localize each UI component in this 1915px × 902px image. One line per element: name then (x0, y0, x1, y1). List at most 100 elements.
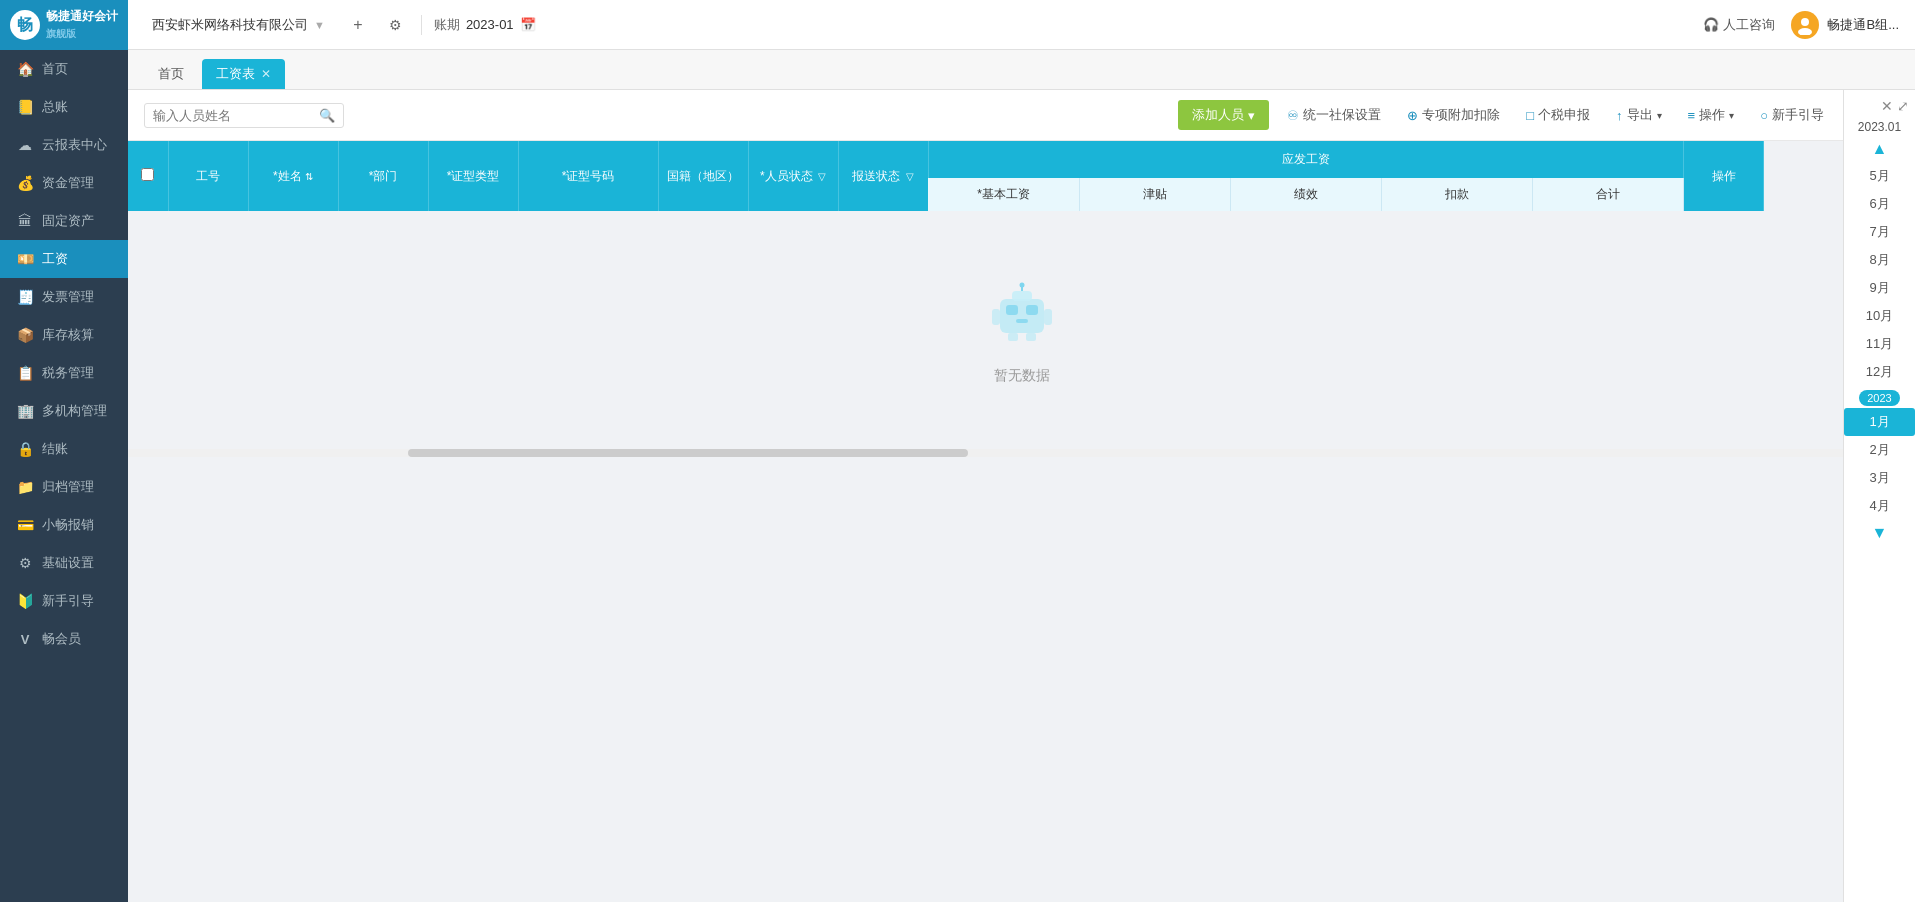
th-deduction: 扣款 (1381, 178, 1532, 211)
vip-icon: V (16, 632, 34, 647)
tax-icon: 📋 (16, 365, 34, 381)
avatar (1791, 11, 1819, 39)
company-selector[interactable]: 西安虾米网络科技有限公司 ▼ (144, 12, 333, 38)
th-allowance: 津贴 (1079, 178, 1230, 211)
search-wrapper: 🔍 (144, 103, 344, 128)
th-status[interactable]: *人员状态 ▽ (748, 141, 838, 211)
panel-nav-up[interactable]: ▲ (1868, 136, 1892, 162)
svg-rect-5 (1016, 319, 1028, 323)
logo-icon: 畅 (10, 10, 40, 40)
ai-consult-button[interactable]: 🎧 人工咨询 (1703, 16, 1775, 34)
sidebar-item-inventory[interactable]: 📦 库存核算 (0, 316, 128, 354)
th-cert-no: *证型号码 (518, 141, 658, 211)
svg-point-1 (1798, 28, 1812, 35)
operate-button[interactable]: ≡ 操作 ▾ (1680, 101, 1743, 129)
sidebar-item-multi-org[interactable]: 🏢 多机构管理 (0, 392, 128, 430)
new-guide-button[interactable]: ○ 新手引导 (1752, 101, 1832, 129)
export-icon: ↑ (1616, 108, 1623, 123)
empty-icon (982, 271, 1062, 351)
th-action: 操作 (1684, 141, 1764, 211)
select-all-checkbox[interactable] (141, 168, 154, 181)
invoice-icon: 🧾 (16, 289, 34, 305)
svg-rect-3 (1006, 305, 1018, 315)
sidebar-item-cloud-report[interactable]: ☁ 云报表中心 (0, 126, 128, 164)
th-report-status[interactable]: 报送状态 ▽ (838, 141, 928, 211)
tab-home[interactable]: 首页 (144, 59, 198, 89)
sidebar-item-settings[interactable]: ⚙ 基础设置 (0, 544, 128, 582)
month-10[interactable]: 10月 (1844, 302, 1915, 330)
month-6[interactable]: 6月 (1844, 190, 1915, 218)
year-badge[interactable]: 2023 (1859, 390, 1899, 406)
th-dept: *部门 (338, 141, 428, 211)
panel-nav-down[interactable]: ▼ (1868, 520, 1892, 546)
sidebar-item-vip[interactable]: V 畅会员 (0, 620, 128, 658)
svg-rect-9 (992, 309, 1000, 325)
month-4[interactable]: 4月 (1844, 492, 1915, 520)
svg-point-0 (1801, 18, 1809, 26)
export-button[interactable]: ↑ 导出 ▾ (1608, 101, 1670, 129)
month-11[interactable]: 11月 (1844, 330, 1915, 358)
home-icon: 🏠 (16, 61, 34, 77)
expand-panel-button[interactable]: ⤢ (1897, 98, 1909, 114)
report-filter-icon: ▽ (906, 171, 914, 182)
export-arrow-icon: ▾ (1657, 110, 1662, 121)
headset-icon: 🎧 (1703, 17, 1719, 32)
special-deduct-button[interactable]: ⊕ 专项附加扣除 (1399, 101, 1508, 129)
tax-declare-button[interactable]: □ 个税申报 (1518, 101, 1598, 129)
close-panel-button[interactable]: ✕ (1881, 98, 1893, 114)
tabs-bar: 首页 工资表 ✕ (128, 50, 1915, 90)
accounting-period: 账期 2023-01 📅 (434, 16, 536, 34)
month-7[interactable]: 7月 (1844, 218, 1915, 246)
social-insurance-button[interactable]: ♾ 统一社保设置 (1279, 101, 1389, 129)
search-icon: 🔍 (319, 108, 335, 123)
dropdown-arrow-icon: ▾ (1248, 108, 1255, 123)
search-input[interactable] (153, 108, 313, 123)
guide-btn-icon: ○ (1760, 108, 1768, 123)
expense-icon: 💳 (16, 517, 34, 533)
sidebar-item-home[interactable]: 🏠 首页 (0, 50, 128, 88)
salary-icon: 💴 (16, 251, 34, 267)
logo-text: 畅捷通好会计 旗舰版 (46, 9, 118, 41)
month-3[interactable]: 3月 (1844, 464, 1915, 492)
add-company-button[interactable]: + (345, 12, 371, 38)
th-salary-group: 应发工资 (928, 141, 1684, 178)
sidebar-item-salary[interactable]: 💴 工资 (0, 240, 128, 278)
add-person-button[interactable]: 添加人员 ▾ (1178, 100, 1269, 130)
tab-close-icon[interactable]: ✕ (261, 67, 271, 81)
archive-icon: 📁 (16, 479, 34, 495)
sidebar-item-tax[interactable]: 📋 税务管理 (0, 354, 128, 392)
tab-salary-table[interactable]: 工资表 ✕ (202, 59, 285, 89)
th-checkbox[interactable] (128, 141, 168, 211)
sidebar-item-expense[interactable]: 💳 小畅报销 (0, 506, 128, 544)
month-5[interactable]: 5月 (1844, 162, 1915, 190)
th-id: 工号 (168, 141, 248, 211)
month-2[interactable]: 2月 (1844, 436, 1915, 464)
settings-icon: ⚙ (16, 555, 34, 571)
svg-rect-4 (1026, 305, 1038, 315)
user-info[interactable]: 畅捷通B组... (1791, 11, 1899, 39)
sidebar-item-fund[interactable]: 💰 资金管理 (0, 164, 128, 202)
month-12[interactable]: 12月 (1844, 358, 1915, 386)
empty-state: 暂无数据 (128, 211, 1915, 445)
svg-rect-6 (1012, 291, 1032, 301)
th-base-salary: *基本工资 (928, 178, 1079, 211)
calendar-icon[interactable]: 📅 (520, 17, 536, 32)
app-logo: 畅 畅捷通好会计 旗舰版 (0, 0, 128, 50)
sidebar-item-guide[interactable]: 🔰 新手引导 (0, 582, 128, 620)
sidebar-item-fixed-asset[interactable]: 🏛 固定资产 (0, 202, 128, 240)
month-1-active[interactable]: 1月 (1844, 408, 1915, 436)
th-name[interactable]: *姓名 ⇅ (248, 141, 338, 211)
sidebar: 畅 畅捷通好会计 旗舰版 🏠 首页 📒 总账 ☁ 云报表中心 💰 资金管理 🏛 … (0, 0, 128, 902)
asset-icon: 🏛 (16, 213, 34, 229)
th-performance: 绩效 (1230, 178, 1381, 211)
svg-point-8 (1019, 283, 1024, 288)
sidebar-item-close-accounts[interactable]: 🔒 结账 (0, 430, 128, 468)
month-9[interactable]: 9月 (1844, 274, 1915, 302)
empty-row: 暂无数据 (128, 211, 1915, 445)
sidebar-item-ledger[interactable]: 📒 总账 (0, 88, 128, 126)
company-settings-button[interactable]: ⚙ (383, 12, 409, 38)
sidebar-item-archive[interactable]: 📁 归档管理 (0, 468, 128, 506)
month-8[interactable]: 8月 (1844, 246, 1915, 274)
social-icon: ♾ (1287, 108, 1299, 123)
sidebar-item-invoice[interactable]: 🧾 发票管理 (0, 278, 128, 316)
